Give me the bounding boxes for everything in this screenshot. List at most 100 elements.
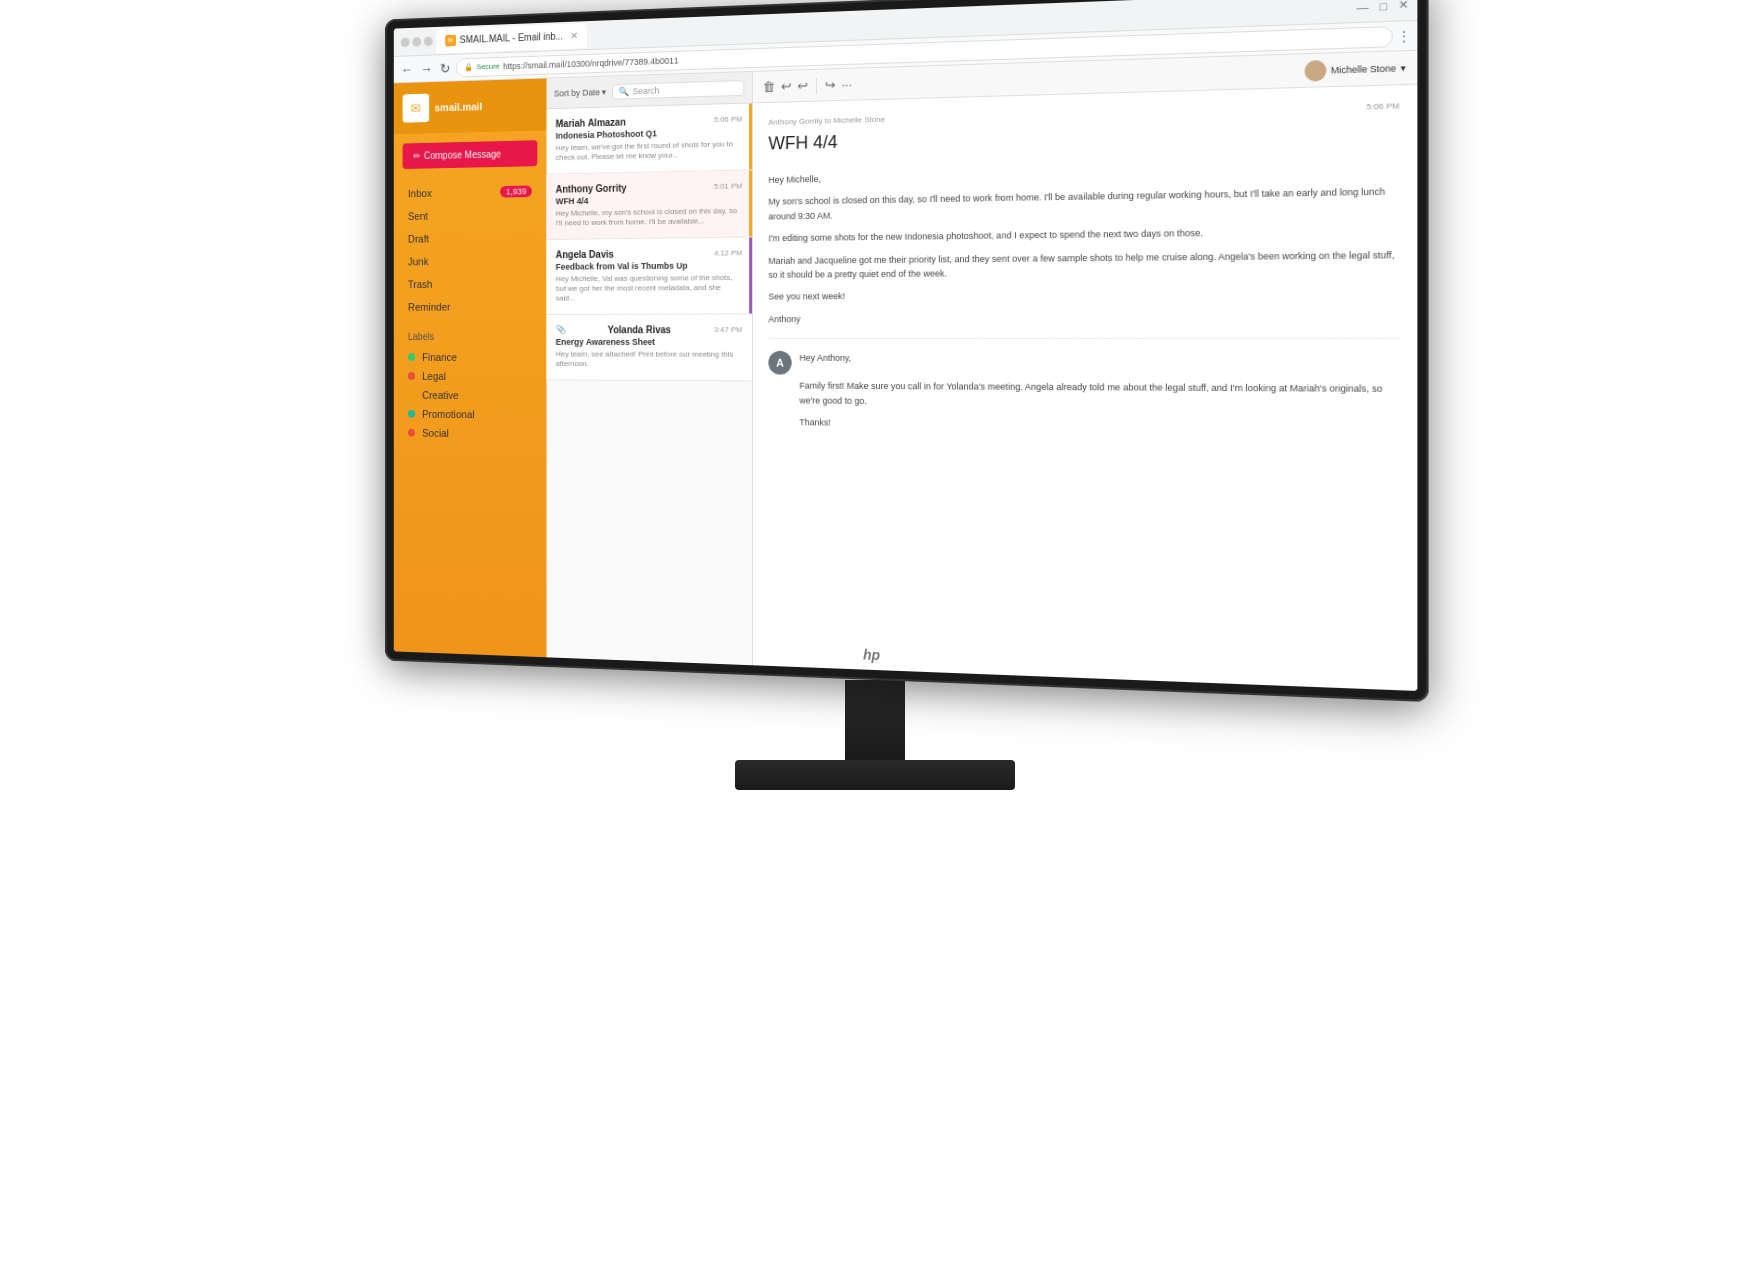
- promotional-dot: [408, 410, 415, 418]
- preview-2: Hey Michelle, my son's school is closed …: [556, 206, 743, 229]
- email-item-4[interactable]: 📎 Yolanda Rivas 3:47 PM Energy Awareness…: [547, 314, 753, 381]
- reply-para-1: Family first! Make sure you call in for …: [799, 379, 1399, 412]
- email-item-1[interactable]: Mariah Almazan 5:06 PM Indonesia Photosh…: [547, 103, 753, 174]
- subject-1: Indonesia Photoshoot Q1: [556, 126, 743, 140]
- social-label: Social: [422, 427, 449, 439]
- secure-label: Secure: [477, 62, 500, 71]
- minimize-window[interactable]: —: [1357, 0, 1369, 13]
- email-header-4: 📎 Yolanda Rivas 3:47 PM: [556, 324, 743, 335]
- sidebar: ✉ smail.mail ✏ Compose Message Inbox 1,9…: [394, 78, 547, 657]
- search-placeholder: Search: [633, 85, 660, 96]
- reply-body: Family first! Make sure you call in for …: [799, 379, 1399, 436]
- sent-label: Sent: [408, 210, 428, 222]
- priority-indicator-3: [749, 237, 752, 313]
- svg-text:hp: hp: [863, 647, 880, 663]
- finance-label: Finance: [422, 351, 457, 362]
- reply-info: Hey Anthony,: [799, 351, 851, 373]
- delete-icon[interactable]: 🗑: [763, 79, 776, 94]
- email-item-3[interactable]: Angela Davis 4:12 PM Feedback from Val i…: [547, 237, 753, 315]
- creative-dot: [408, 391, 415, 399]
- email-content: 🗑 ↩ ↩ ↪ ···: [753, 51, 1417, 691]
- tab-close-icon[interactable]: ✕: [570, 30, 577, 41]
- reply-para-2: Thanks!: [799, 415, 1399, 436]
- sort-chevron-icon: ▾: [602, 87, 607, 97]
- compose-button[interactable]: ✏ Compose Message: [403, 140, 538, 169]
- sidebar-item-trash[interactable]: Trash: [394, 272, 547, 296]
- compose-label: Compose Message: [424, 149, 501, 161]
- social-dot: [408, 429, 415, 437]
- time-4: 3:47 PM: [714, 325, 743, 334]
- time-2: 5:01 PM: [714, 181, 743, 190]
- label-promotional[interactable]: Promotional: [408, 404, 532, 424]
- inbox-badge: 1,939: [500, 185, 531, 197]
- svg-point-0: [1311, 63, 1320, 72]
- sender-1: Mariah Almazan: [556, 117, 626, 129]
- user-info[interactable]: Michelle Stone ▾: [1305, 57, 1407, 81]
- label-social[interactable]: Social: [408, 423, 532, 443]
- compose-icon: ✏: [413, 151, 420, 162]
- maximize-btn[interactable]: [412, 37, 421, 47]
- reply-header: A Hey Anthony,: [768, 351, 1399, 377]
- subject-2: WFH 4/4: [556, 193, 743, 206]
- email-list: Sort by Date ▾ 🔍 Search Mariah Almazan: [547, 72, 753, 665]
- monitor-stand-neck: [845, 680, 905, 760]
- monitor-wrapper: ✉ SMAIL.MAIL - Email inb... ✕ — □ ✕ ← → …: [325, 0, 1425, 1285]
- user-avatar: [1305, 59, 1327, 81]
- junk-label: Junk: [408, 256, 429, 268]
- label-legal[interactable]: Legal: [408, 366, 532, 386]
- app-container: ✉ smail.mail ✏ Compose Message Inbox 1,9…: [394, 51, 1418, 691]
- subject-3: Feedback from Val is Thumbs Up: [556, 260, 743, 271]
- email-from-row: Anthony Gorrity to Michelle Stone WFH 4/…: [768, 100, 1399, 161]
- sidebar-item-draft[interactable]: Draft: [394, 226, 547, 251]
- more-options-icon[interactable]: ···: [841, 77, 852, 92]
- close-window[interactable]: ✕: [1398, 0, 1408, 12]
- maximize-window[interactable]: □: [1380, 0, 1387, 12]
- email-item-2[interactable]: Anthony Gorrity 5:01 PM WFH 4/4 Hey Mich…: [547, 170, 753, 239]
- reply-para-0: Hey Anthony,: [799, 351, 851, 365]
- trash-label: Trash: [408, 278, 433, 290]
- legal-label: Legal: [422, 370, 446, 381]
- label-creative[interactable]: Creative: [408, 385, 532, 405]
- subject-4: Energy Awareness Sheet: [556, 337, 743, 347]
- minimize-btn[interactable]: [401, 37, 410, 47]
- browser-more-icon[interactable]: ⋮: [1397, 28, 1410, 43]
- sort-button[interactable]: Sort by Date ▾: [554, 87, 607, 98]
- sidebar-item-inbox[interactable]: Inbox 1,939: [394, 179, 547, 205]
- label-finance[interactable]: Finance: [408, 348, 532, 367]
- email-time-detail: 5:06 PM: [1366, 100, 1399, 114]
- promotional-label: Promotional: [422, 408, 474, 420]
- search-bar[interactable]: 🔍 Search: [612, 80, 744, 100]
- tab-title: SMAIL.MAIL - Email inb...: [460, 31, 564, 45]
- nav-items: Inbox 1,939 Sent Draft Junk: [394, 176, 547, 322]
- forward-button[interactable]: →: [419, 59, 435, 78]
- email-main: Anthony Gorrity to Michelle Stone WFH 4/…: [753, 85, 1417, 691]
- sidebar-item-junk[interactable]: Junk: [394, 249, 547, 273]
- monitor-bezel: ✉ SMAIL.MAIL - Email inb... ✕ — □ ✕ ← → …: [385, 0, 1429, 702]
- search-icon: 🔍: [619, 86, 629, 96]
- body-para-0: Hey Michelle,: [768, 161, 1399, 188]
- secure-icon: 🔒: [464, 63, 473, 72]
- labels-title: Labels: [408, 331, 532, 342]
- preview-1: Hey team, we've got the first round of s…: [556, 139, 743, 163]
- user-name: Michelle Stone: [1331, 63, 1396, 76]
- browser-tab[interactable]: ✉ SMAIL.MAIL - Email inb... ✕: [436, 23, 587, 53]
- sidebar-item-reminder[interactable]: Reminder: [394, 295, 547, 318]
- sidebar-item-sent[interactable]: Sent: [394, 203, 547, 228]
- body-para-4: See you next week!: [768, 286, 1399, 304]
- undo-icon[interactable]: ↩: [797, 78, 808, 93]
- sender-4: Yolanda Rivas: [608, 324, 671, 335]
- user-dropdown-icon[interactable]: ▾: [1401, 62, 1407, 73]
- email-thread-title: WFH 4/4: [768, 128, 885, 158]
- window-controls: [401, 36, 433, 47]
- body-para-2: I'm editing some shots for the new Indon…: [768, 223, 1399, 245]
- sender-3: Angela Davis: [556, 248, 614, 259]
- back-button[interactable]: ←: [399, 59, 415, 78]
- reload-button[interactable]: ↻: [438, 58, 452, 77]
- draft-label: Draft: [408, 233, 429, 245]
- reply-icon[interactable]: ↩: [781, 79, 792, 94]
- email-header-3: Angela Davis 4:12 PM: [556, 247, 743, 260]
- redo-icon[interactable]: ↪: [825, 77, 836, 92]
- email-from-info: Anthony Gorrity to Michelle Stone WFH 4/…: [768, 114, 885, 162]
- close-btn[interactable]: [424, 36, 433, 46]
- logo-section: ✉ smail.mail: [394, 78, 547, 134]
